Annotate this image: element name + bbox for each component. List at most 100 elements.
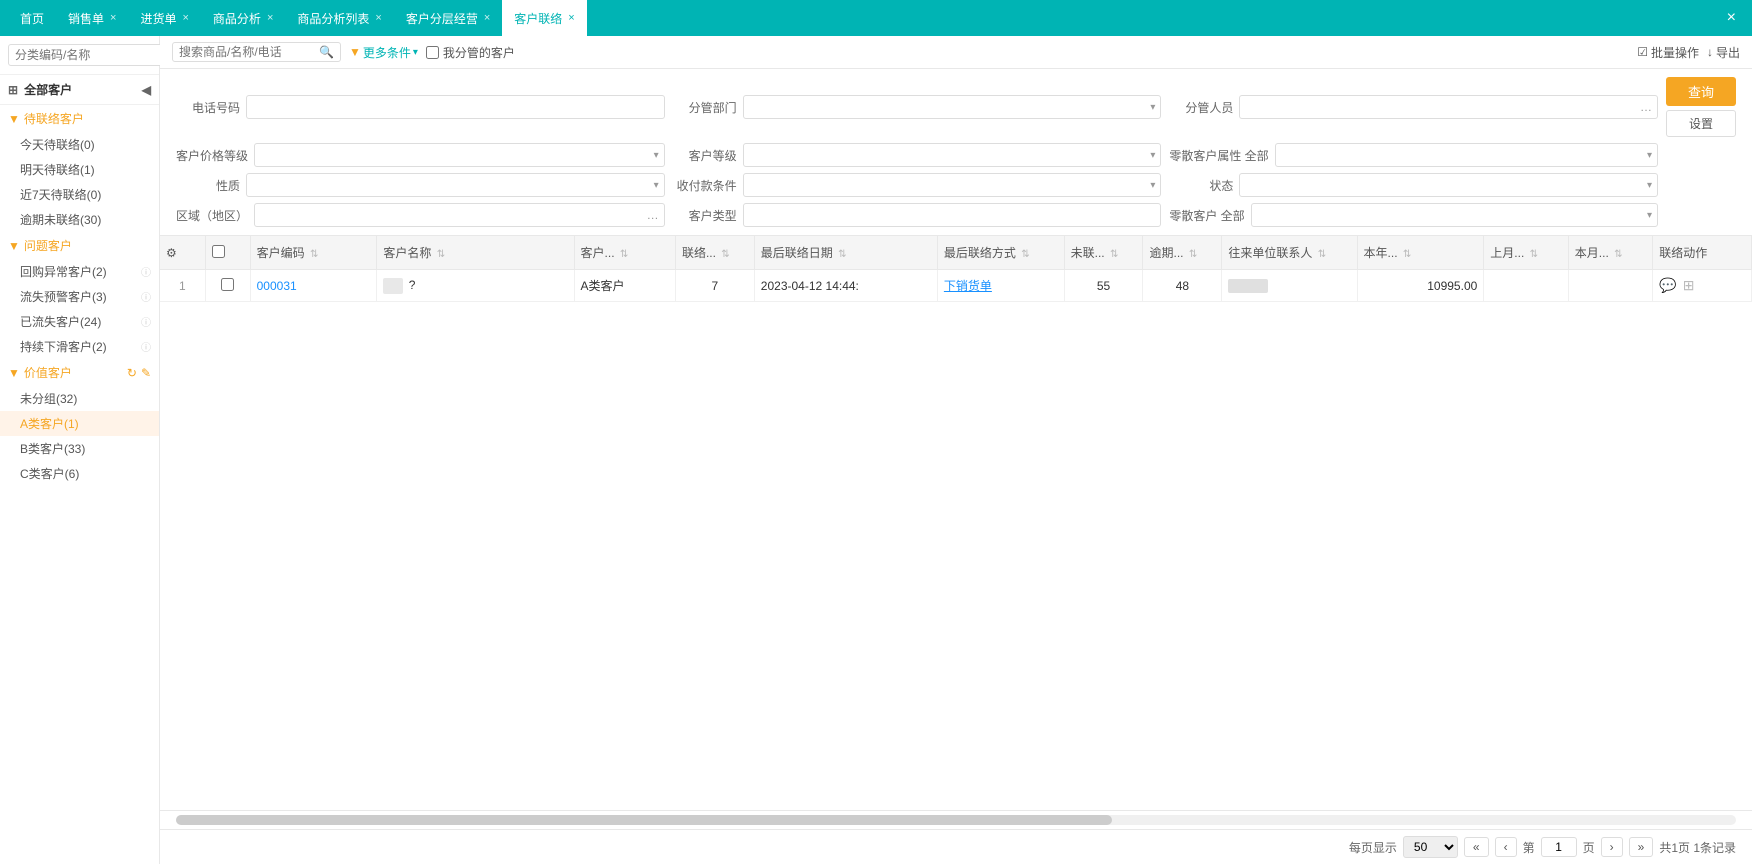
sidebar-item-type-b[interactable]: B类客户(33) bbox=[0, 436, 159, 461]
col-last-month-label: 上月... bbox=[1490, 246, 1524, 260]
sidebar-item-type-a[interactable]: A类客户(1) bbox=[0, 411, 159, 436]
nav-item-goods-list[interactable]: 商品分析列表 × bbox=[285, 0, 393, 36]
col-this-month[interactable]: 本月... ⇅ bbox=[1568, 236, 1653, 270]
col-contact-person-sort-icon: ⇅ bbox=[1318, 249, 1326, 260]
filter-region-input[interactable] bbox=[254, 203, 665, 227]
collapse-icon[interactable]: ◀ bbox=[142, 83, 151, 97]
nav-item-customer-tier[interactable]: 客户分层经营 × bbox=[394, 0, 502, 36]
sidebar-item-tomorrow[interactable]: 明天待联络(1) bbox=[0, 157, 159, 182]
col-no-contact[interactable]: 未联... ⇅ bbox=[1064, 236, 1143, 270]
sidebar-item-loss-warning[interactable]: 流失预警客户(3) ⓘ bbox=[0, 284, 159, 309]
filter-retail-customer-input[interactable] bbox=[1251, 203, 1658, 227]
filter-customer-level-input[interactable] bbox=[743, 143, 1162, 167]
horizontal-scrollbar[interactable] bbox=[176, 815, 1736, 825]
filter-customer-type-input[interactable] bbox=[743, 203, 1162, 227]
next-page-btn[interactable]: › bbox=[1601, 837, 1623, 857]
filter-customer-level: 客户等级 ▾ bbox=[673, 143, 1162, 167]
nav-label-home: 首页 bbox=[20, 10, 44, 27]
row-code[interactable]: 000031 bbox=[250, 270, 377, 302]
filter-price-input[interactable] bbox=[254, 143, 665, 167]
nav-close-all[interactable]: × bbox=[1719, 9, 1744, 27]
filter-search-input[interactable] bbox=[179, 45, 319, 59]
page-number-input[interactable] bbox=[1541, 837, 1577, 857]
col-contact-count[interactable]: 联络... ⇅ bbox=[675, 236, 754, 270]
col-code[interactable]: 客户编码 ⇅ bbox=[250, 236, 377, 270]
nav-close-customer-contact[interactable]: × bbox=[568, 12, 574, 24]
group-label-problem[interactable]: ▼ 问题客户 bbox=[0, 232, 159, 259]
sidebar-search-input[interactable] bbox=[8, 44, 177, 66]
sidebar-item-repurchase[interactable]: 回购异常客户(2) ⓘ bbox=[0, 259, 159, 284]
nav-item-goods-analysis[interactable]: 商品分析 × bbox=[201, 0, 285, 36]
col-overdue[interactable]: 逾期... ⇅ bbox=[1143, 236, 1222, 270]
filter-status-input[interactable] bbox=[1239, 173, 1658, 197]
col-checkbox[interactable] bbox=[205, 236, 250, 270]
col-contact-person[interactable]: 往来单位联系人 ⇅ bbox=[1222, 236, 1357, 270]
filter-more-btn[interactable]: ▼ 更多条件 ▾ bbox=[349, 44, 418, 61]
nav-close-customer-tier[interactable]: × bbox=[484, 12, 490, 24]
my-customers-check[interactable] bbox=[426, 46, 439, 59]
nav-close-goods-analysis[interactable]: × bbox=[267, 12, 273, 24]
nav-item-purchase[interactable]: 进货单 × bbox=[128, 0, 200, 36]
action-icon-1[interactable]: 💬 bbox=[1659, 277, 1676, 294]
col-this-year[interactable]: 本年... ⇅ bbox=[1357, 236, 1484, 270]
nav-item-sales[interactable]: 销售单 × bbox=[56, 0, 128, 36]
col-level[interactable]: 客户... ⇅ bbox=[574, 236, 675, 270]
per-page-select[interactable]: 50 100 200 bbox=[1403, 836, 1458, 858]
settings-icon[interactable]: ⚙ bbox=[166, 246, 177, 260]
filter-bar: 🔍 ▼ 更多条件 ▾ 我分管的客户 ☑ 批量操作 ↓ 导出 bbox=[160, 36, 1752, 69]
value-group-edit-icon[interactable]: ✎ bbox=[141, 366, 151, 380]
group-label-pending[interactable]: ▼ 待联络客户 bbox=[0, 105, 159, 132]
prev-page-btn[interactable]: ‹ bbox=[1495, 837, 1517, 857]
sidebar-item-type-a-label: A类客户(1) bbox=[20, 415, 79, 432]
settings-btn[interactable]: 设置 bbox=[1666, 110, 1736, 137]
first-page-btn[interactable]: « bbox=[1464, 837, 1489, 857]
info-icon-repurchase: ⓘ bbox=[141, 264, 151, 279]
col-settings[interactable]: ⚙ bbox=[160, 236, 205, 270]
col-contact-person-label: 往来单位联系人 bbox=[1228, 246, 1312, 260]
nav-close-purchase[interactable]: × bbox=[182, 12, 188, 24]
sidebar-item-ungrouped[interactable]: 未分组(32) bbox=[0, 386, 159, 411]
batch-op-btn[interactable]: ☑ 批量操作 bbox=[1637, 44, 1699, 61]
query-btn[interactable]: 查询 bbox=[1666, 77, 1736, 106]
sidebar-item-lost[interactable]: 已流失客户(24) ⓘ bbox=[0, 309, 159, 334]
sidebar-item-ungrouped-label: 未分组(32) bbox=[20, 390, 77, 407]
info-icon-lost: ⓘ bbox=[141, 314, 151, 329]
group-arrow-pending: ▼ bbox=[8, 112, 20, 126]
filter-search-icon[interactable]: 🔍 bbox=[319, 45, 334, 59]
nav-close-sales[interactable]: × bbox=[110, 12, 116, 24]
col-last-method[interactable]: 最后联络方式 ⇅ bbox=[937, 236, 1064, 270]
row-last-method[interactable]: 下销货单 bbox=[937, 270, 1064, 302]
last-page-btn[interactable]: » bbox=[1629, 837, 1654, 857]
filter-dept-input[interactable] bbox=[743, 95, 1162, 119]
row-checkbox-cell[interactable] bbox=[205, 270, 250, 302]
group-label-value[interactable]: ▼ 价值客户 ↻ ✎ bbox=[0, 359, 159, 386]
col-last-date[interactable]: 最后联络日期 ⇅ bbox=[754, 236, 937, 270]
nav-close-goods-list[interactable]: × bbox=[375, 12, 381, 24]
sidebar-item-overdue[interactable]: 逾期未联络(30) bbox=[0, 207, 159, 232]
sidebar-item-declining[interactable]: 持续下滑客户(2) ⓘ bbox=[0, 334, 159, 359]
h-scroll-thumb[interactable] bbox=[176, 815, 1112, 825]
export-btn[interactable]: ↓ 导出 bbox=[1707, 44, 1740, 61]
my-customers-checkbox[interactable]: 我分管的客户 bbox=[426, 44, 515, 61]
select-all-checkbox[interactable] bbox=[212, 245, 225, 258]
top-nav: 首页 销售单 × 进货单 × 商品分析 × 商品分析列表 × 客户分层经营 × … bbox=[0, 0, 1752, 36]
row-checkbox[interactable] bbox=[221, 278, 234, 291]
value-group-refresh-icon[interactable]: ↻ bbox=[127, 366, 137, 380]
row-level: A类客户 bbox=[574, 270, 675, 302]
filter-payment-input[interactable] bbox=[743, 173, 1162, 197]
sidebar-item-today[interactable]: 今天待联络(0) bbox=[0, 132, 159, 157]
action-icon-2[interactable]: ⊞ bbox=[1683, 277, 1695, 294]
filter-nature-input[interactable] bbox=[246, 173, 665, 197]
nav-item-customer-contact[interactable]: 客户联络 × bbox=[502, 0, 586, 36]
sidebar-all-customers[interactable]: ⊞ 全部客户 ◀ bbox=[0, 75, 159, 105]
sidebar-item-week[interactable]: 近7天待联络(0) bbox=[0, 182, 159, 207]
nav-item-home[interactable]: 首页 bbox=[8, 0, 56, 36]
filter-retail-attr-input[interactable] bbox=[1275, 143, 1658, 167]
last-method-link[interactable]: 下销货单 bbox=[944, 279, 992, 293]
col-last-month[interactable]: 上月... ⇅ bbox=[1484, 236, 1569, 270]
sidebar-item-type-c[interactable]: C类客户(6) bbox=[0, 461, 159, 486]
filter-input-phone[interactable] bbox=[246, 95, 665, 119]
filter-staff-input[interactable] bbox=[1239, 95, 1658, 119]
col-no-contact-sort-icon: ⇅ bbox=[1110, 249, 1118, 260]
col-name[interactable]: 客户名称 ⇅ bbox=[377, 236, 574, 270]
